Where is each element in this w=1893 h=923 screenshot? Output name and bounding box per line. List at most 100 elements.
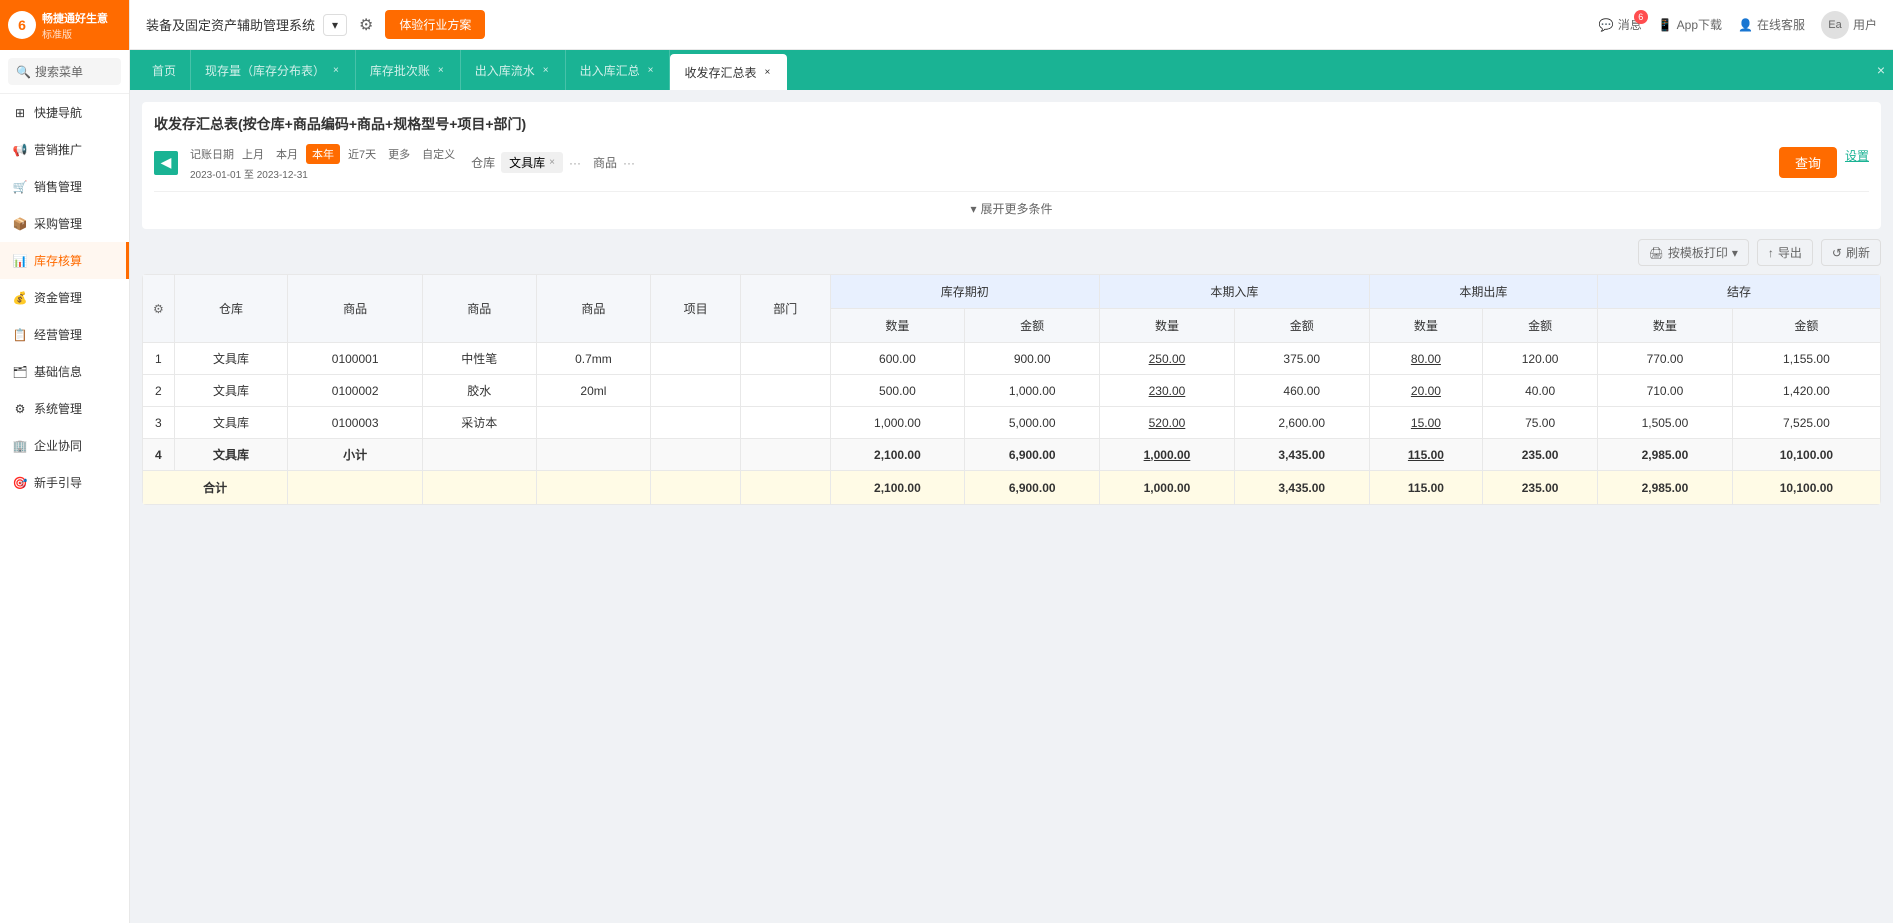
page-title: 收发存汇总表(按仓库+商品编码+商品+规格型号+项目+部门) [154,114,1869,134]
col-goods-name-header: 商品 [423,275,536,343]
sidebar-item-inventory[interactable]: 📊 库存核算 [0,242,129,279]
row3-project [651,407,741,439]
sidebar-item-sales[interactable]: 🛒 销售管理 [0,168,129,205]
sidebar-item-finance[interactable]: 💰 资金管理 [0,279,129,316]
col-open-amt-header: 金额 [965,309,1100,343]
footer-out-qty: 115.00 [1369,471,1483,505]
tab-close-recv-send[interactable]: × [762,67,772,78]
tab-close-summary[interactable]: × [646,65,656,76]
experience-button[interactable]: 体验行业方案 [385,10,485,39]
subtotal-out-qty[interactable]: 115.00 [1369,439,1483,471]
footer-empty1 [288,471,423,505]
row2-close-amt: 1,420.00 [1732,375,1880,407]
header-settings-button[interactable]: ⚙ [355,11,377,39]
col-dept-header: 部门 [740,275,830,343]
tab-close-stock-dist[interactable]: × [331,65,341,76]
date-7days-button[interactable]: 近7天 [344,144,380,164]
date-this-month-button[interactable]: 本月 [272,144,302,164]
footer-empty3 [536,471,651,505]
row2-open-amt: 1,000.00 [965,375,1100,407]
query-button[interactable]: 查询 [1779,147,1837,178]
top-header: 装备及固定资产辅助管理系统 ▾ ⚙ 体验行业方案 💬 消息 6 📱 App下载 … [130,0,1893,50]
export-button[interactable]: ↑ 导出 [1757,239,1813,266]
tabs-close-all-button[interactable]: × [1877,62,1885,78]
filter-expand-button[interactable]: ▾ 展开更多条件 [154,191,1869,217]
row2-close-qty: 710.00 [1598,375,1733,407]
sidebar-item-system[interactable]: ⚙ 系统管理 [0,390,129,427]
sidebar-item-operations[interactable]: 📋 经营管理 [0,316,129,353]
warehouse-filter: 仓库 文具库 × ··· [471,152,581,173]
date-filter-label: 记账日期 [190,146,234,162]
refresh-button[interactable]: ↺ 刷新 [1821,239,1881,266]
row1-spec: 0.7mm [536,343,651,375]
sidebar-item-basic[interactable]: 🗂 基础信息 [0,353,129,390]
sidebar-item-purchase[interactable]: 📦 采购管理 [0,205,129,242]
goods-filter-label: 商品 [593,154,617,171]
row3-in-qty[interactable]: 520.00 [1100,407,1235,439]
row1-out-qty[interactable]: 80.00 [1369,343,1483,375]
filter-collapse-button[interactable]: ◀ [154,151,178,175]
col-in-qty-header: 数量 [1100,309,1235,343]
table-row: 1 文具库 0100001 中性笔 0.7mm 600.00 900.00 25… [143,343,1881,375]
date-last-month-button[interactable]: 上月 [238,144,268,164]
sidebar-item-guide[interactable]: 🎯 新手引导 [0,464,129,501]
app-download-action[interactable]: 📱 App下载 [1658,16,1722,33]
logo-text: 畅捷通好生意 标准版 [42,10,108,41]
header-left: 装备及固定资产辅助管理系统 ▾ ⚙ 体验行业方案 [146,10,485,39]
row3-no: 3 [143,407,175,439]
search-menu-button[interactable]: 🔍 搜索菜单 [8,58,121,85]
sidebar-item-marketing[interactable]: 📢 营销推广 [0,131,129,168]
tab-home[interactable]: 首页 [138,50,191,90]
subtotal-close-qty: 2,985.00 [1598,439,1733,471]
settings-link[interactable]: 设置 [1845,147,1869,164]
sidebar-item-enterprise[interactable]: 🏢 企业协同 [0,427,129,464]
tab-recv-send[interactable]: 收发存汇总表 × [670,54,787,90]
subtotal-empty3 [651,439,741,471]
row2-out-amt: 40.00 [1483,375,1598,407]
row1-in-amt: 375.00 [1234,343,1369,375]
warehouse-filter-label: 仓库 [471,154,495,171]
table-toolbar: 🖨 按模板打印 ▾ ↑ 导出 ↺ 刷新 [142,239,1881,266]
row1-in-qty[interactable]: 250.00 [1100,343,1235,375]
tab-stock-dist[interactable]: 现存量（库存分布表） × [191,50,356,90]
warehouse-more-button[interactable]: ··· [569,156,581,170]
main-area: 装备及固定资产辅助管理系统 ▾ ⚙ 体验行业方案 💬 消息 6 📱 App下载 … [130,0,1893,923]
col-goods-spec-header: 商品 [536,275,651,343]
sidebar-item-quick-nav[interactable]: ⊞ 快捷导航 [0,94,129,131]
tab-summary[interactable]: 出入库汇总 × [566,50,671,90]
row2-in-qty[interactable]: 230.00 [1100,375,1235,407]
toolbar-right: 🖨 按模板打印 ▾ ↑ 导出 ↺ 刷新 [1638,239,1881,266]
tab-close-batch[interactable]: × [436,65,446,76]
sidebar: 6 畅捷通好生意 标准版 🔍 搜索菜单 ⊞ 快捷导航 📢 营销推广 🛒 销售管理… [0,0,130,923]
online-service-action[interactable]: 👤 在线客服 [1738,16,1805,33]
subtotal-no: 4 [143,439,175,471]
row1-open-qty: 600.00 [830,343,965,375]
date-more-button[interactable]: 更多 [384,144,414,164]
subtotal-empty4 [740,439,830,471]
row1-code: 0100001 [288,343,423,375]
row3-close-qty: 1,505.00 [1598,407,1733,439]
user-action[interactable]: Ea 用户 [1821,11,1877,39]
row2-out-qty[interactable]: 20.00 [1369,375,1483,407]
footer-empty4 [651,471,741,505]
goods-more-button[interactable]: ··· [623,156,635,170]
warehouse-tag-close[interactable]: × [549,157,555,168]
date-this-year-button[interactable]: 本年 [306,144,340,164]
print-button[interactable]: 🖨 按模板打印 ▾ [1638,239,1749,266]
tabs-bar: 首页 现存量（库存分布表） × 库存批次账 × 出入库流水 × 出入库汇总 × … [130,50,1893,90]
col-warehouse-header: 仓库 [174,275,287,343]
table-settings-icon[interactable]: ⚙ [153,302,164,316]
messages-action[interactable]: 💬 消息 6 [1599,16,1642,33]
tab-flow[interactable]: 出入库流水 × [461,50,566,90]
system-dropdown-button[interactable]: ▾ [323,14,347,36]
print-icon: 🖨 [1649,246,1664,260]
date-custom-button[interactable]: 自定义 [418,144,459,164]
tab-close-flow[interactable]: × [541,65,551,76]
tab-batch[interactable]: 库存批次账 × [356,50,461,90]
subtotal-in-qty[interactable]: 1,000.00 [1100,439,1235,471]
row1-open-amt: 900.00 [965,343,1100,375]
row3-out-amt: 75.00 [1483,407,1598,439]
footer-open-qty: 2,100.00 [830,471,965,505]
row3-out-qty[interactable]: 15.00 [1369,407,1483,439]
subtotal-row: 4 文具库 小计 2,100.00 6,900.00 1,000.00 3,43… [143,439,1881,471]
